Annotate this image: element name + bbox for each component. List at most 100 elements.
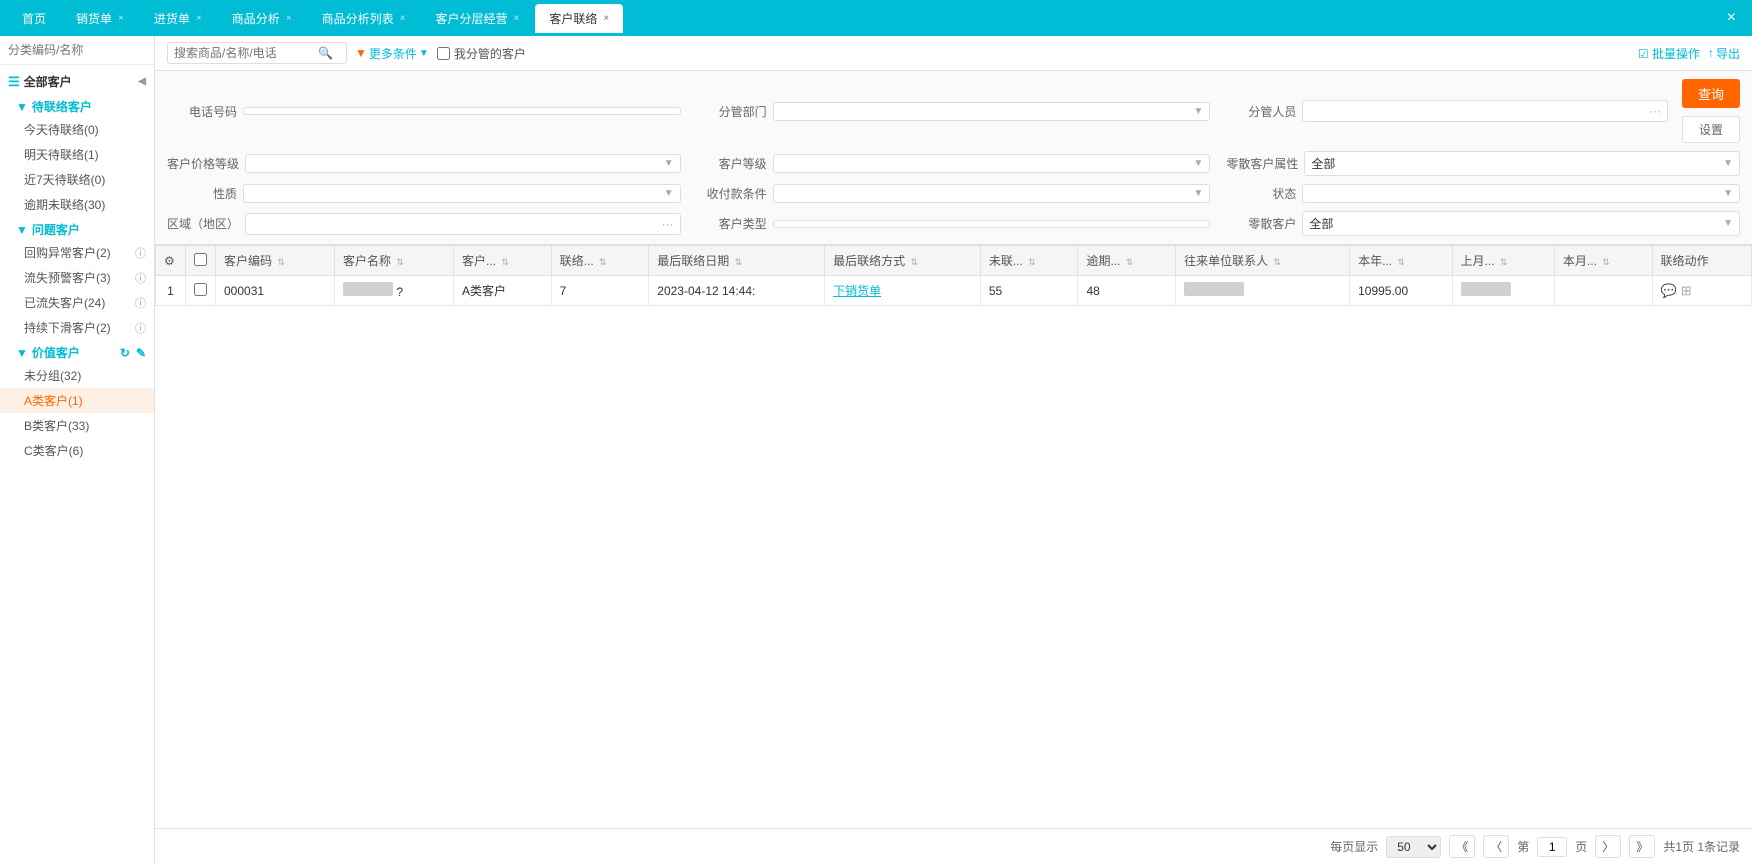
sidebar-search-area: 🔍 bbox=[0, 36, 154, 65]
next-page-button[interactable]: 〉 bbox=[1595, 835, 1621, 858]
sidebar-item-ungrouped[interactable]: 未分组(32) bbox=[0, 363, 154, 388]
region-input[interactable]: ··· bbox=[245, 213, 681, 235]
all-customers-label: 全部客户 bbox=[24, 73, 72, 90]
per-page-label: 每页显示 bbox=[1330, 838, 1378, 855]
query-button[interactable]: 查询 bbox=[1682, 79, 1740, 108]
refresh-icon[interactable]: ↻ bbox=[120, 346, 130, 360]
row-contact-method-link[interactable]: 下销货单 bbox=[833, 284, 881, 298]
sidebar-search-input[interactable] bbox=[8, 43, 155, 57]
phone-input[interactable] bbox=[243, 107, 681, 115]
tab-analysis[interactable]: 商品分析 × bbox=[218, 4, 306, 33]
group-problem-customers[interactable]: ▼ 问题客户 bbox=[0, 217, 154, 240]
table-wrapper[interactable]: ⚙ 客户编码 ⇅ 客户名称 ⇅ bbox=[155, 245, 1752, 828]
my-customers-checkbox-area[interactable]: 我分管的客户 bbox=[437, 45, 526, 62]
sort-last-month-icon: ⇅ bbox=[1500, 257, 1508, 267]
current-page-input[interactable] bbox=[1537, 837, 1567, 857]
th-contact-count[interactable]: 联络... ⇅ bbox=[551, 246, 649, 276]
close-all-button[interactable]: × bbox=[1719, 5, 1744, 31]
tab-purchase[interactable]: 进货单 × bbox=[140, 4, 216, 33]
sidebar-item-declining[interactable]: 持续下滑客户(2) ⓘ bbox=[0, 315, 154, 340]
retail-customer-arrow: ▼ bbox=[1723, 218, 1733, 229]
th-last-contact-date[interactable]: 最后联络日期 ⇅ bbox=[649, 246, 825, 276]
th-customer-type[interactable]: 客户... ⇅ bbox=[454, 246, 552, 276]
select-all-checkbox[interactable] bbox=[194, 253, 207, 266]
sidebar-item-repurchase-abnormal[interactable]: 回购异常客户(2) ⓘ bbox=[0, 240, 154, 265]
per-page-select[interactable]: 50 100 200 bbox=[1386, 836, 1441, 858]
retail-attr-select[interactable]: 全部 ▼ bbox=[1304, 151, 1740, 176]
first-page-button[interactable]: 《 bbox=[1449, 835, 1475, 858]
settings-button[interactable]: 设置 bbox=[1682, 116, 1740, 143]
th-this-month[interactable]: 本月... ⇅ bbox=[1554, 246, 1652, 276]
sidebar-item-churn-warning[interactable]: 流失预警客户(3) ⓘ bbox=[0, 265, 154, 290]
row-contacts-blurred bbox=[1184, 282, 1244, 296]
sidebar-item-overdue[interactable]: 逾期未联络(30) bbox=[0, 192, 154, 217]
sidebar-item-tomorrow[interactable]: 明天待联络(1) bbox=[0, 142, 154, 167]
th-uncontacted[interactable]: 未联... ⇅ bbox=[980, 246, 1078, 276]
th-last-contact-method[interactable]: 最后联络方式 ⇅ bbox=[825, 246, 981, 276]
all-customers-header[interactable]: ☰ 全部客户 ◀ bbox=[0, 65, 154, 94]
th-overdue[interactable]: 逾期... ⇅ bbox=[1078, 246, 1176, 276]
tab-customer-tier[interactable]: 客户分层经营 × bbox=[421, 4, 533, 33]
th-customer-code[interactable]: 客户编码 ⇅ bbox=[216, 246, 335, 276]
tab-analysis-close[interactable]: × bbox=[286, 13, 292, 24]
nature-select[interactable]: ▼ bbox=[243, 184, 681, 203]
row-chat-icon[interactable]: 💬 bbox=[1661, 283, 1677, 299]
filter-search-input[interactable] bbox=[174, 46, 314, 60]
th-last-month[interactable]: 上月... ⇅ bbox=[1452, 246, 1554, 276]
th-contacts[interactable]: 往来单位联系人 ⇅ bbox=[1176, 246, 1350, 276]
retail-customer-select[interactable]: 全部 ▼ bbox=[1302, 211, 1740, 236]
settings-gear-icon[interactable]: ⚙ bbox=[164, 254, 175, 268]
th-this-year[interactable]: 本年... ⇅ bbox=[1350, 246, 1452, 276]
customer-level-select[interactable]: ▼ bbox=[773, 154, 1211, 173]
price-level-select[interactable]: ▼ bbox=[245, 154, 681, 173]
row-more-icon[interactable]: ⊞ bbox=[1681, 283, 1692, 299]
sort-type-icon: ⇅ bbox=[501, 257, 509, 267]
tab-customer-contact-close[interactable]: × bbox=[603, 13, 609, 24]
batch-ops-button[interactable]: ☑ 批量操作 bbox=[1638, 45, 1700, 62]
info-icon-repurchase: ⓘ bbox=[135, 245, 146, 261]
export-button[interactable]: ↑ 导出 bbox=[1708, 45, 1740, 62]
sidebar-item-churned[interactable]: 已流失客户(24) ⓘ bbox=[0, 290, 154, 315]
row-checkbox[interactable] bbox=[194, 283, 207, 296]
filter-row-region: 区域（地区） ··· bbox=[167, 211, 681, 236]
customer-level-label: 客户等级 bbox=[697, 155, 767, 172]
sort-uncontacted-icon: ⇅ bbox=[1028, 257, 1036, 267]
th-settings[interactable]: ⚙ bbox=[156, 246, 186, 276]
th-checkbox bbox=[186, 246, 216, 276]
payment-select[interactable]: ▼ bbox=[773, 184, 1211, 203]
tab-analysis-list[interactable]: 商品分析列表 × bbox=[308, 4, 420, 33]
price-level-label: 客户价格等级 bbox=[167, 155, 239, 172]
sort-overdue-icon: ⇅ bbox=[1126, 257, 1134, 267]
tab-analysis-label: 商品分析 bbox=[232, 10, 280, 27]
filter-more-button[interactable]: ▼ 更多条件 ▼ bbox=[355, 45, 429, 62]
tab-purchase-close[interactable]: × bbox=[196, 13, 202, 24]
sort-contact-icon: ⇅ bbox=[599, 257, 607, 267]
filter-search-icon[interactable]: 🔍 bbox=[318, 46, 333, 60]
sidebar-item-class-c[interactable]: C类客户(6) bbox=[0, 438, 154, 463]
my-customers-checkbox[interactable] bbox=[437, 47, 450, 60]
prev-page-button[interactable]: 〈 bbox=[1483, 835, 1509, 858]
sidebar-item-class-b[interactable]: B类客户(33) bbox=[0, 413, 154, 438]
tab-customer-contact[interactable]: 客户联络 × bbox=[535, 4, 623, 33]
tab-analysis-list-close[interactable]: × bbox=[400, 13, 406, 24]
dept-select[interactable]: ▼ bbox=[773, 102, 1211, 121]
tab-customer-tier-close[interactable]: × bbox=[513, 13, 519, 24]
tab-sales-close[interactable]: × bbox=[118, 13, 124, 24]
tab-sales[interactable]: 销货单 × bbox=[62, 4, 138, 33]
last-page-button[interactable]: 》 bbox=[1629, 835, 1655, 858]
edit-value-icon[interactable]: ✎ bbox=[136, 346, 146, 360]
info-icon-declining: ⓘ bbox=[135, 320, 146, 336]
sidebar: 🔍 ☰ 全部客户 ◀ ▼ 待联络客户 今天待联络(0) 明天待联络(1) 近7天… bbox=[0, 36, 155, 864]
th-customer-name[interactable]: 客户名称 ⇅ bbox=[335, 246, 454, 276]
page-text-label: 第 bbox=[1517, 838, 1529, 855]
status-select[interactable]: ▼ bbox=[1302, 184, 1740, 203]
manager-input[interactable]: ··· bbox=[1302, 100, 1668, 122]
sidebar-item-today[interactable]: 今天待联络(0) bbox=[0, 117, 154, 142]
customer-type-input[interactable] bbox=[773, 220, 1211, 228]
tab-home[interactable]: 首页 bbox=[8, 4, 60, 33]
sidebar-item-class-a[interactable]: A类客户(1) bbox=[0, 388, 154, 413]
tab-sales-label: 销货单 bbox=[76, 10, 112, 27]
sidebar-item-7days[interactable]: 近7天待联络(0) bbox=[0, 167, 154, 192]
group-pending-contact[interactable]: ▼ 待联络客户 bbox=[0, 94, 154, 117]
group-value-customers[interactable]: ▼ 价值客户 ↻ ✎ bbox=[0, 340, 154, 363]
